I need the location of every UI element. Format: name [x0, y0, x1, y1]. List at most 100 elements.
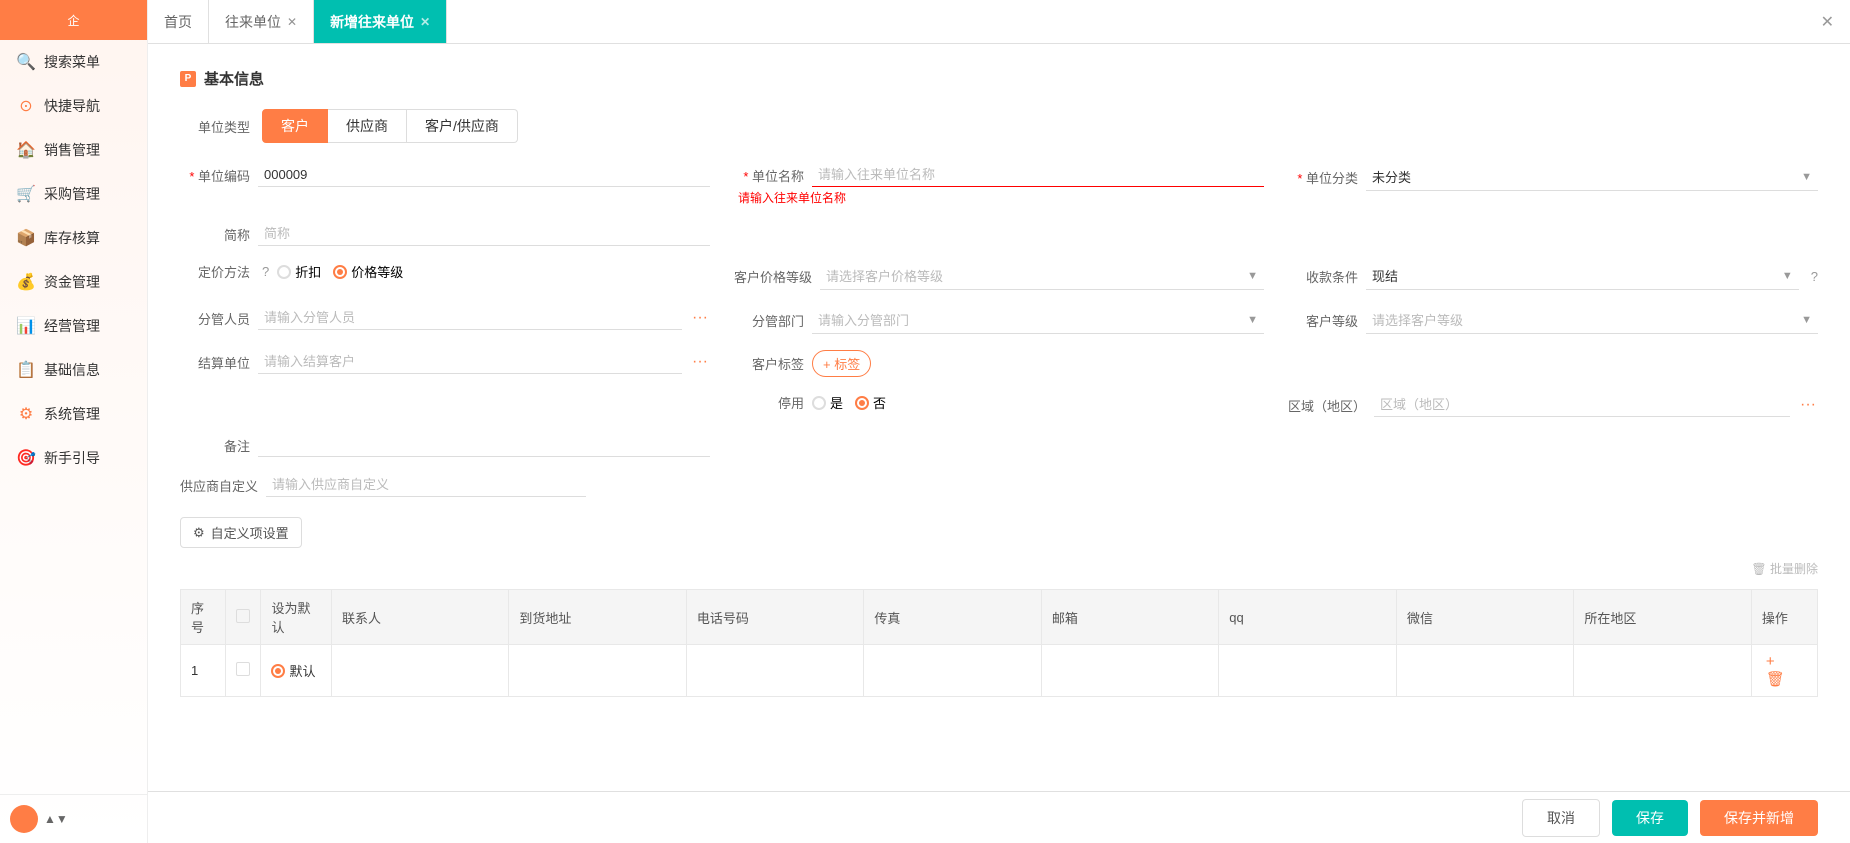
- cell-region[interactable]: [1574, 645, 1751, 697]
- col-wechat: 微信: [1396, 590, 1573, 645]
- sidebar-item-search[interactable]: 🔍 搜索菜单: [0, 40, 147, 84]
- disabled-radio-no[interactable]: 否: [855, 393, 886, 412]
- type-btn-customer[interactable]: 客户: [262, 109, 328, 143]
- row-checkbox[interactable]: [236, 662, 250, 676]
- sidebar-item-inventory[interactable]: 📦 库存核算: [0, 216, 147, 260]
- supplier-custom-input[interactable]: [266, 473, 586, 497]
- tab-home-label: 首页: [164, 12, 192, 32]
- sidebar-item-system[interactable]: ⚙ 系统管理: [0, 392, 147, 436]
- save-new-button[interactable]: 保存并新增: [1700, 800, 1818, 836]
- save-button[interactable]: 保存: [1612, 800, 1688, 836]
- cell-address[interactable]: [509, 645, 686, 697]
- notes-input[interactable]: [258, 433, 710, 457]
- radio-circle-yes: [812, 396, 826, 410]
- cell-fax[interactable]: [864, 645, 1041, 697]
- manager-more-btn[interactable]: ···: [690, 309, 710, 327]
- disabled-radio-group: 是 否: [812, 393, 886, 412]
- sidebar-item-purchase[interactable]: 🛒 采购管理: [0, 172, 147, 216]
- contacts-table: 序号 设为默认 联系人 到货地址 电话号码 传真 邮箱 qq 微信 所在地区 操…: [180, 589, 1818, 697]
- payment-condition-row: 收款条件 现结 ▼ ?: [1288, 262, 1818, 290]
- region-more-btn[interactable]: ···: [1798, 396, 1818, 414]
- sidebar-item-basic[interactable]: 📋 基础信息: [0, 348, 147, 392]
- customer-level-select[interactable]: 请选择客户等级 ▼: [1366, 306, 1818, 334]
- sidebar-item-finance[interactable]: 💰 资金管理: [0, 260, 147, 304]
- cell-phone[interactable]: [686, 645, 863, 697]
- address-input[interactable]: [519, 663, 675, 678]
- custom-settings-btn[interactable]: ⚙ 自定义项设置: [180, 517, 302, 548]
- abbr-input[interactable]: [258, 222, 710, 246]
- sidebar-item-label: 库存核算: [44, 228, 100, 248]
- cell-qq[interactable]: [1219, 645, 1397, 697]
- email-input[interactable]: [1052, 663, 1208, 678]
- pricing-radio-discount[interactable]: 折扣: [277, 262, 321, 281]
- trash-icon: 🗑: [1751, 562, 1766, 576]
- window-close-btn[interactable]: ✕: [1821, 12, 1834, 32]
- batch-delete-btn[interactable]: 🗑 批量删除: [180, 560, 1818, 577]
- radio-circle-no: [855, 396, 869, 410]
- type-btn-both[interactable]: 客户/供应商: [407, 109, 518, 143]
- payment-help-icon[interactable]: ?: [1811, 269, 1818, 284]
- disabled-radio-yes[interactable]: 是: [812, 393, 843, 412]
- cell-checkbox: [226, 645, 261, 697]
- pricing-help-icon[interactable]: ?: [262, 264, 269, 279]
- cell-contact[interactable]: [331, 645, 508, 697]
- contact-input[interactable]: [342, 663, 498, 678]
- tab-new-partner-label: 新增往来单位: [330, 12, 414, 32]
- qq-input[interactable]: [1229, 663, 1386, 678]
- region-cell-input[interactable]: [1584, 663, 1740, 678]
- default-radio-label: 默认: [289, 661, 315, 680]
- fax-input[interactable]: [874, 663, 1030, 678]
- delete-row-btn[interactable]: 🗑: [1762, 671, 1789, 688]
- chevron-down-icon: ▼: [1247, 314, 1258, 326]
- pricing-radio-level[interactable]: 价格等级: [333, 262, 403, 281]
- add-tag-btn[interactable]: + 标签: [812, 350, 871, 377]
- tab-home[interactable]: 首页: [148, 0, 209, 43]
- tab-new-partner-close[interactable]: ✕: [420, 15, 430, 29]
- cancel-button[interactable]: 取消: [1522, 799, 1600, 837]
- unit-category-select[interactable]: 未分类 ▼: [1366, 163, 1818, 191]
- sidebar-item-label: 资金管理: [44, 272, 100, 292]
- unit-name-input[interactable]: [812, 163, 1264, 187]
- sidebar-item-guide[interactable]: 🎯 新手引导: [0, 436, 147, 480]
- tab-new-partner[interactable]: 新增往来单位 ✕: [314, 0, 447, 43]
- unit-code-input[interactable]: [258, 163, 710, 187]
- region-row: 区域（地区） ···: [1288, 393, 1818, 417]
- manager-input[interactable]: [258, 306, 682, 330]
- customer-price-level-select[interactable]: 请选择客户价格等级 ▼: [820, 262, 1264, 290]
- customer-price-level-placeholder: 请选择客户价格等级: [826, 266, 943, 285]
- section-title: P 基本信息: [180, 68, 1818, 89]
- notes-row: 备注: [180, 433, 710, 457]
- settlement-unit-more-btn[interactable]: ···: [690, 353, 710, 371]
- table-body: 1 默认: [181, 645, 1818, 697]
- unit-category-label: 单位分类: [1288, 168, 1358, 187]
- wechat-input[interactable]: [1407, 663, 1563, 678]
- basic-icon: 📋: [16, 360, 36, 380]
- cell-email[interactable]: [1041, 645, 1218, 697]
- department-select[interactable]: 请输入分管部门 ▼: [812, 306, 1264, 334]
- sidebar-item-ops[interactable]: 📊 经营管理: [0, 304, 147, 348]
- batch-delete-label: 批量删除: [1770, 562, 1818, 576]
- main-area: 首页 往来单位 ✕ 新增往来单位 ✕ ✕ P 基本信息 单位类型 客户 供应商: [148, 0, 1850, 843]
- supplier-custom-row: 供应商自定义: [180, 473, 1818, 497]
- select-all-checkbox[interactable]: [236, 609, 250, 623]
- abbr-row: 简称: [180, 222, 710, 246]
- default-radio[interactable]: 默认: [271, 661, 321, 680]
- col-email: 邮箱: [1041, 590, 1218, 645]
- sidebar-item-quick-nav[interactable]: ⊙ 快捷导航: [0, 84, 147, 128]
- settlement-unit-input[interactable]: [258, 350, 682, 374]
- add-row-btn[interactable]: +: [1762, 653, 1779, 670]
- payment-condition-select[interactable]: 现结 ▼: [1366, 262, 1799, 290]
- tab-partner[interactable]: 往来单位 ✕: [209, 0, 314, 43]
- region-input[interactable]: [1374, 393, 1790, 417]
- col-index: 序号: [181, 590, 226, 645]
- chevron-down-icon: ▼: [1801, 171, 1812, 183]
- sidebar-item-sales[interactable]: 🏠 销售管理: [0, 128, 147, 172]
- cell-wechat[interactable]: [1396, 645, 1573, 697]
- tab-partner-close[interactable]: ✕: [287, 15, 297, 29]
- pricing-discount-label: 折扣: [295, 262, 321, 281]
- type-btn-supplier[interactable]: 供应商: [328, 109, 407, 143]
- unit-code-label: 单位编码: [180, 166, 250, 185]
- phone-input[interactable]: [697, 663, 853, 678]
- manager-label: 分管人员: [180, 309, 250, 328]
- sidebar: 企 🔍 搜索菜单 ⊙ 快捷导航 🏠 销售管理 🛒 采购管理 📦 库存核算 💰 资…: [0, 0, 148, 843]
